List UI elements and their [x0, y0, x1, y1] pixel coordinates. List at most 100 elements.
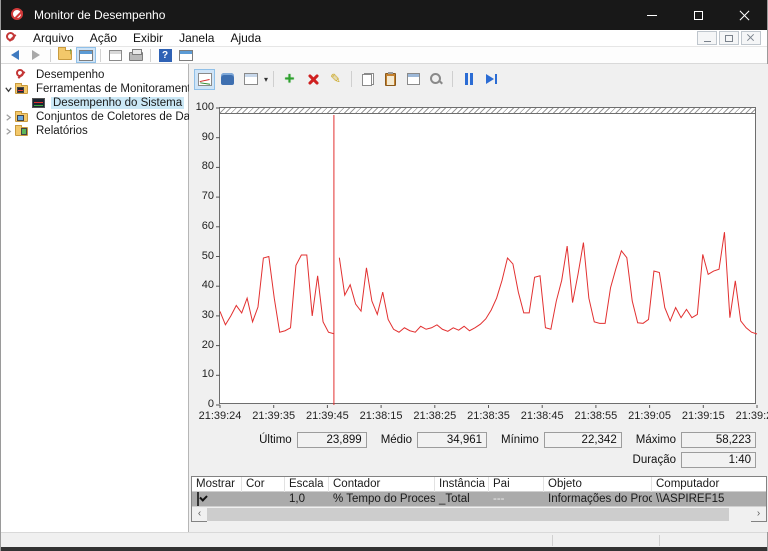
- performance-monitor-panel: ▾ + ✎ 100 90 80 70 60 50 40 30 20 10 0 21:39:24 21:3…: [189, 64, 768, 532]
- add-counter-button[interactable]: +: [279, 69, 300, 90]
- counter-row[interactable]: 1,0 % Tempo do Processador _Total --- In…: [192, 492, 766, 506]
- expander-collapsed-icon[interactable]: [1, 127, 15, 136]
- forward-button[interactable]: [26, 47, 46, 63]
- last-value: 23,899: [296, 432, 367, 448]
- toolbar-separator: [150, 48, 151, 62]
- change-graph-type-button[interactable]: [240, 69, 261, 90]
- folder-chart-icon: [15, 83, 30, 95]
- tree-item-desempenho[interactable]: Desempenho: [1, 68, 188, 82]
- x-axis-tick-label: 21:38:15: [359, 410, 403, 422]
- zoom-button[interactable]: [426, 69, 447, 90]
- minimize-icon: [647, 14, 657, 16]
- export-list-button[interactable]: [105, 47, 125, 63]
- highlight-button[interactable]: ✎: [325, 69, 346, 90]
- tree-item-label: Relatórios: [36, 125, 88, 137]
- maximize-button[interactable]: [675, 0, 721, 30]
- counter-table: Mostrar Cor Escala Contador Instância Pa…: [191, 476, 767, 522]
- step-forward-icon: [486, 74, 498, 84]
- col-cor[interactable]: Cor: [242, 476, 285, 492]
- col-objeto[interactable]: Objeto: [544, 476, 652, 492]
- tree-item-conjuntos[interactable]: Conjuntos de Coletores de Dados: [1, 110, 209, 124]
- line-chart-plot-area[interactable]: 100 90 80 70 60 50 40 30 20 10 0 21:39:24 21:39:35 21…: [196, 101, 768, 422]
- col-escala[interactable]: Escala: [285, 476, 329, 492]
- copy-icon: [361, 72, 374, 86]
- console-window-icon: [79, 49, 93, 61]
- show-counter-checkbox[interactable]: [197, 492, 199, 506]
- menu-ajuda[interactable]: Ajuda: [222, 30, 269, 46]
- current-activity-icon: [197, 72, 212, 86]
- console-tree: Desempenho Ferramentas de Monitoramento …: [1, 64, 209, 532]
- menu-exibir[interactable]: Exibir: [125, 30, 171, 46]
- mdi-restore-button[interactable]: [719, 31, 739, 45]
- view-current-activity-button[interactable]: [194, 68, 215, 90]
- x-axis-tick-label: 21:39:15: [681, 410, 725, 422]
- table-horizontal-scrollbar[interactable]: ‹ ›: [192, 506, 766, 522]
- menu-arquivo[interactable]: Arquivo: [25, 30, 82, 46]
- y-axis-tick-label: 20: [201, 338, 214, 351]
- scroll-left-arrow[interactable]: ‹: [192, 507, 207, 521]
- window-bottom-edge: [1, 547, 767, 551]
- expander-collapsed-icon[interactable]: [1, 113, 15, 122]
- y-axis-tick-label: 50: [201, 249, 214, 262]
- chart-toolbar: ▾ + ✎: [194, 67, 502, 91]
- forward-icon: [32, 50, 40, 60]
- show-hide-tree-button[interactable]: [176, 47, 196, 63]
- copy-properties-button[interactable]: [357, 69, 378, 90]
- counter-computer: \\ASPIREF15: [656, 493, 725, 505]
- col-pai[interactable]: Pai: [489, 476, 544, 492]
- y-axis-tick-label: 100: [195, 101, 214, 113]
- tree-item-ferramentas[interactable]: Ferramentas de Monitoramento: [1, 82, 197, 96]
- print-button[interactable]: [126, 47, 146, 63]
- scroll-right-arrow[interactable]: ›: [751, 507, 766, 521]
- expander-expanded-icon[interactable]: [1, 85, 15, 94]
- mdi-close-button[interactable]: [741, 31, 761, 45]
- tree-item-desempenho-do-sistema[interactable]: Desempenho do Sistema: [1, 96, 188, 110]
- graph-type-icon: [243, 73, 258, 85]
- paste-counter-list-button[interactable]: [380, 69, 401, 90]
- freeze-display-button[interactable]: [458, 69, 479, 90]
- help-button[interactable]: ?: [155, 47, 175, 63]
- log-data-icon: [221, 73, 234, 85]
- col-instancia[interactable]: Instância: [435, 476, 489, 492]
- back-button[interactable]: [5, 47, 25, 63]
- tree-item-label: Ferramentas de Monitoramento: [36, 83, 198, 95]
- properties-button[interactable]: [403, 69, 424, 90]
- col-contador[interactable]: Contador: [329, 476, 435, 492]
- col-computador[interactable]: Computador: [652, 477, 766, 492]
- x-axis-tick-label: 21:39:23: [735, 410, 768, 422]
- toolbar-separator: [351, 71, 353, 87]
- export-list-icon: [108, 49, 122, 61]
- toolbar-separator: [273, 71, 275, 87]
- close-button[interactable]: [721, 0, 767, 30]
- view-log-data-button[interactable]: [217, 69, 238, 90]
- update-data-button[interactable]: [481, 69, 502, 90]
- mdi-minimize-button[interactable]: [697, 31, 717, 45]
- x-axis-tick-label: 21:39:45: [305, 410, 349, 422]
- y-axis-tick-label: 30: [201, 308, 214, 321]
- close-icon: [739, 10, 750, 21]
- show-console-window-button[interactable]: [76, 47, 96, 63]
- back-icon: [11, 50, 19, 60]
- chart-canvas: [216, 107, 758, 408]
- status-bar: [1, 532, 767, 547]
- minimize-button[interactable]: [629, 0, 675, 30]
- scrollbar-thumb[interactable]: [207, 507, 730, 521]
- tree-item-relatorios[interactable]: Relatórios: [1, 124, 188, 138]
- scrollbar-track[interactable]: [207, 506, 751, 522]
- duration-value: 1:40: [681, 452, 756, 468]
- pause-icon: [464, 73, 473, 85]
- graph-type-dropdown-icon[interactable]: ▾: [264, 75, 268, 84]
- folder-collectors-icon: [15, 111, 30, 123]
- col-mostrar[interactable]: Mostrar: [192, 476, 242, 492]
- console-tree-icon: [179, 49, 193, 61]
- up-one-level-button[interactable]: ↑: [55, 47, 75, 63]
- delete-counter-button[interactable]: [302, 69, 323, 90]
- x-axis-tick-label: 21:38:55: [574, 410, 618, 422]
- maximize-icon: [693, 10, 703, 20]
- minimum-label: Mínimo: [501, 434, 539, 446]
- help-icon: ?: [158, 48, 172, 62]
- x-axis-tick-label: 21:38:45: [520, 410, 564, 422]
- menu-janela[interactable]: Janela: [171, 30, 222, 46]
- menu-acao[interactable]: Ação: [82, 30, 125, 46]
- add-icon: +: [284, 69, 295, 88]
